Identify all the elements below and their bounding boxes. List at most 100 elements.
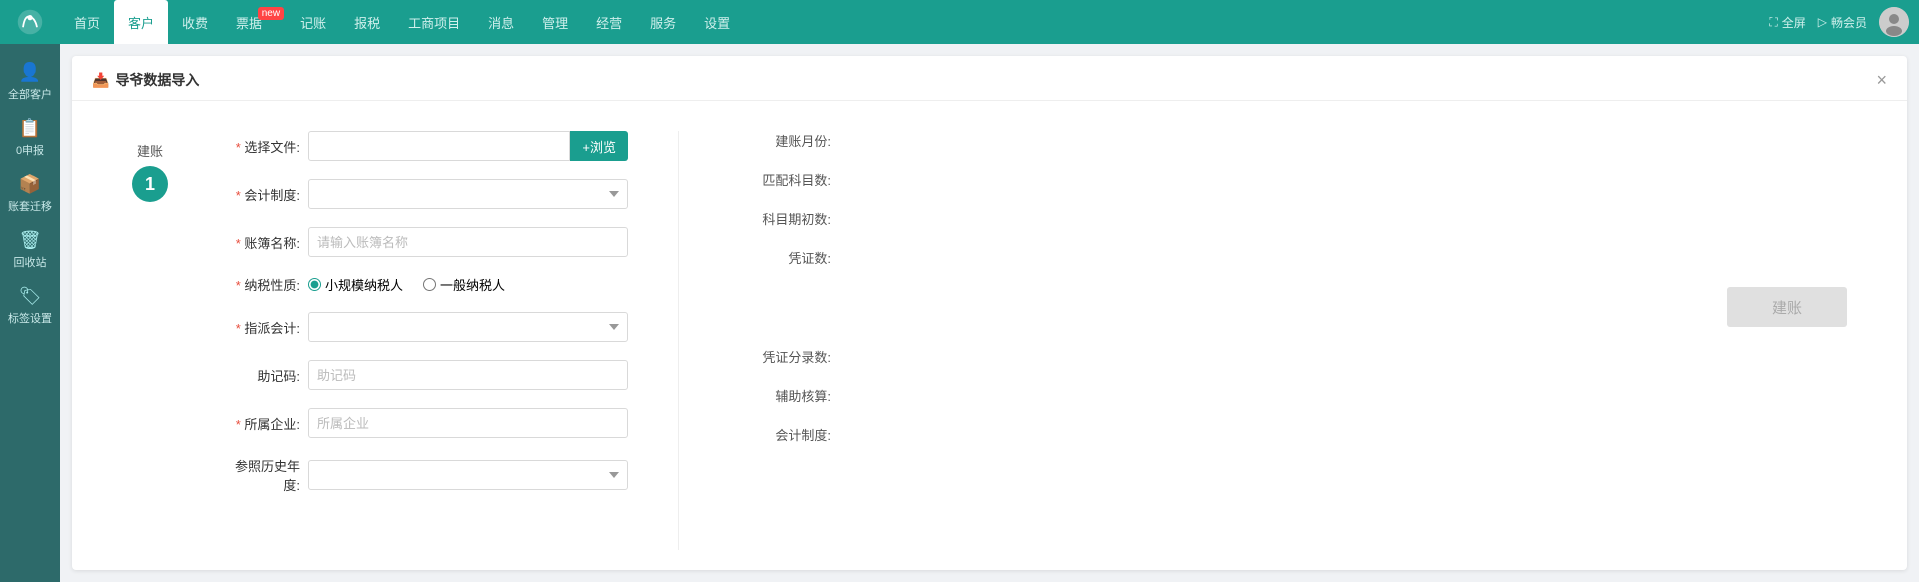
memo-code-row: 助记码: bbox=[228, 360, 628, 390]
company-input[interactable] bbox=[308, 408, 628, 438]
accounting-system-row: 会计制度: bbox=[228, 179, 628, 209]
migration-icon: 📦 bbox=[19, 174, 41, 195]
sidebar-label-migration: 账套迁移 bbox=[8, 198, 52, 214]
tag-icon: 🏷 bbox=[19, 286, 42, 307]
small-taxpayer-radio[interactable] bbox=[308, 278, 321, 291]
file-input-group: +浏览 bbox=[308, 131, 628, 161]
general-taxpayer-radio[interactable] bbox=[423, 278, 436, 291]
top-nav: 首页 客户 收费 票据 new 记账 报税 工商项目 消息 管理 经营 服务 设… bbox=[0, 0, 1919, 44]
voucher-entries-label: 凭证分录数: bbox=[749, 347, 839, 366]
nav-operations[interactable]: 经营 bbox=[582, 0, 636, 44]
ledger-name-input[interactable] bbox=[308, 227, 628, 257]
history-year-label: 参照历史年度: bbox=[228, 456, 308, 494]
vip-button[interactable]: ▷ 畅会员 bbox=[1818, 14, 1867, 31]
subjects-initial-row: 科目期初数: bbox=[749, 209, 1847, 228]
assign-accountant-select[interactable] bbox=[308, 312, 628, 342]
sidebar-item-tags[interactable]: 🏷 标签设置 bbox=[0, 278, 60, 334]
declarations-icon: 📋 bbox=[19, 118, 41, 139]
match-subjects-row: 匹配科目数: bbox=[749, 170, 1847, 189]
general-taxpayer-option[interactable]: 一般纳税人 bbox=[423, 275, 505, 294]
tax-type-radio-group: 小规模纳税人 一般纳税人 bbox=[308, 275, 505, 294]
build-btn-container: 建账 bbox=[749, 287, 1847, 327]
subjects-initial-label: 科目期初数: bbox=[749, 209, 839, 228]
accounting-system-right-label: 会计制度: bbox=[749, 425, 839, 444]
layout: 👤 全部客户 📋 0申报 📦 账套迁移 🗑 回收站 🏷 标签设置 📥 导爷 bbox=[0, 44, 1919, 582]
sidebar-label-tags: 标签设置 bbox=[8, 310, 52, 326]
sidebar-item-recycle[interactable]: 🗑 回收站 bbox=[0, 222, 60, 278]
history-year-row: 参照历史年度: bbox=[228, 456, 628, 494]
nav-messages[interactable]: 消息 bbox=[474, 0, 528, 44]
trash-icon: 🗑 bbox=[19, 230, 42, 251]
sidebar-label-declarations: 0申报 bbox=[16, 142, 44, 158]
file-input[interactable] bbox=[308, 131, 570, 161]
assign-accountant-label: 指派会计: bbox=[228, 318, 308, 337]
nav-bookkeeping[interactable]: 记账 bbox=[286, 0, 340, 44]
build-month-label: 建账月份: bbox=[749, 131, 839, 150]
play-icon: ▷ bbox=[1818, 15, 1827, 29]
ledger-name-row: 账簿名称: bbox=[228, 227, 628, 257]
form-left: 选择文件: +浏览 会计制度: bbox=[228, 131, 628, 550]
voucher-count-label: 凭证数: bbox=[749, 248, 839, 267]
dialog-body: 建账 1 选择文件: +浏览 会计制度: bbox=[72, 101, 1907, 570]
build-month-row: 建账月份: bbox=[749, 131, 1847, 150]
voucher-count-row: 凭证数: bbox=[749, 248, 1847, 267]
nav-management[interactable]: 管理 bbox=[528, 0, 582, 44]
build-account-button[interactable]: 建账 bbox=[1727, 287, 1847, 327]
dialog-title: 📥 导爷数据导入 bbox=[92, 70, 199, 90]
main-content: 📥 导爷数据导入 × 建账 1 选择文件: bbox=[60, 44, 1919, 582]
file-label: 选择文件: bbox=[228, 137, 308, 156]
step-circle: 1 bbox=[132, 166, 168, 202]
right-section: 建账月份: 匹配科目数: 科目期初数: 凭证数: bbox=[729, 131, 1847, 550]
history-year-select[interactable] bbox=[308, 460, 628, 490]
general-taxpayer-label: 一般纳税人 bbox=[440, 275, 505, 294]
sidebar: 👤 全部客户 📋 0申报 📦 账套迁移 🗑 回收站 🏷 标签设置 bbox=[0, 44, 60, 582]
sidebar-label-recycle: 回收站 bbox=[14, 254, 47, 270]
accounting-system-right-row: 会计制度: bbox=[749, 425, 1847, 444]
accounting-system-select[interactable] bbox=[308, 179, 628, 209]
ledger-name-label: 账簿名称: bbox=[228, 233, 308, 252]
small-taxpayer-label: 小规模纳税人 bbox=[325, 275, 403, 294]
file-row: 选择文件: +浏览 bbox=[228, 131, 628, 161]
tax-type-label: 纳税性质: bbox=[228, 275, 308, 294]
browse-button[interactable]: +浏览 bbox=[570, 131, 628, 161]
dialog-header: 📥 导爷数据导入 × bbox=[72, 56, 1907, 101]
logo bbox=[10, 2, 50, 42]
fullscreen-button[interactable]: ⛶ 全屏 bbox=[1769, 14, 1805, 31]
nav-services[interactable]: 服务 bbox=[636, 0, 690, 44]
tax-type-row: 纳税性质: 小规模纳税人 一般纳税人 bbox=[228, 275, 628, 294]
accounting-system-label: 会计制度: bbox=[228, 185, 308, 204]
nav-commerce[interactable]: 工商项目 bbox=[394, 0, 474, 44]
nav-tax[interactable]: 报税 bbox=[340, 0, 394, 44]
voucher-entries-row: 凭证分录数: bbox=[749, 347, 1847, 366]
aux-accounting-row: 辅助核算: bbox=[749, 386, 1847, 405]
match-subjects-label: 匹配科目数: bbox=[749, 170, 839, 189]
fullscreen-icon: ⛶ bbox=[1769, 15, 1777, 30]
nav-fees[interactable]: 收费 bbox=[168, 0, 222, 44]
nav-invoices[interactable]: 票据 new bbox=[222, 0, 286, 44]
nav-customers[interactable]: 客户 bbox=[114, 0, 168, 44]
sidebar-item-all-customers[interactable]: 👤 全部客户 bbox=[0, 54, 60, 110]
nav-home[interactable]: 首页 bbox=[60, 0, 114, 44]
sidebar-item-migration[interactable]: 📦 账套迁移 bbox=[0, 166, 60, 222]
aux-accounting-label: 辅助核算: bbox=[749, 386, 839, 405]
assign-accountant-row: 指派会计: bbox=[228, 312, 628, 342]
small-taxpayer-option[interactable]: 小规模纳税人 bbox=[308, 275, 403, 294]
memo-code-input[interactable] bbox=[308, 360, 628, 390]
sidebar-item-declarations[interactable]: 📋 0申报 bbox=[0, 110, 60, 166]
memo-code-label: 助记码: bbox=[228, 366, 308, 385]
avatar[interactable] bbox=[1879, 7, 1909, 37]
users-icon: 👤 bbox=[19, 62, 41, 83]
sidebar-label-all-customers: 全部客户 bbox=[8, 86, 52, 102]
new-badge: new bbox=[258, 7, 284, 20]
company-row: 所属企业: bbox=[228, 408, 628, 438]
close-button[interactable]: × bbox=[1876, 71, 1887, 89]
dialog-container: 📥 导爷数据导入 × 建账 1 选择文件: bbox=[72, 56, 1907, 570]
nav-settings[interactable]: 设置 bbox=[690, 0, 744, 44]
panel-divider bbox=[678, 131, 679, 550]
right-panel: 建账月份: 匹配科目数: 科目期初数: 凭证数: bbox=[729, 131, 1847, 464]
import-icon: 📥 bbox=[92, 72, 109, 89]
company-label: 所属企业: bbox=[228, 414, 308, 433]
step-label: 建账 bbox=[137, 141, 163, 160]
step-area: 建账 1 bbox=[132, 131, 168, 550]
dialog-title-text: 导爷数据导入 bbox=[115, 70, 199, 90]
